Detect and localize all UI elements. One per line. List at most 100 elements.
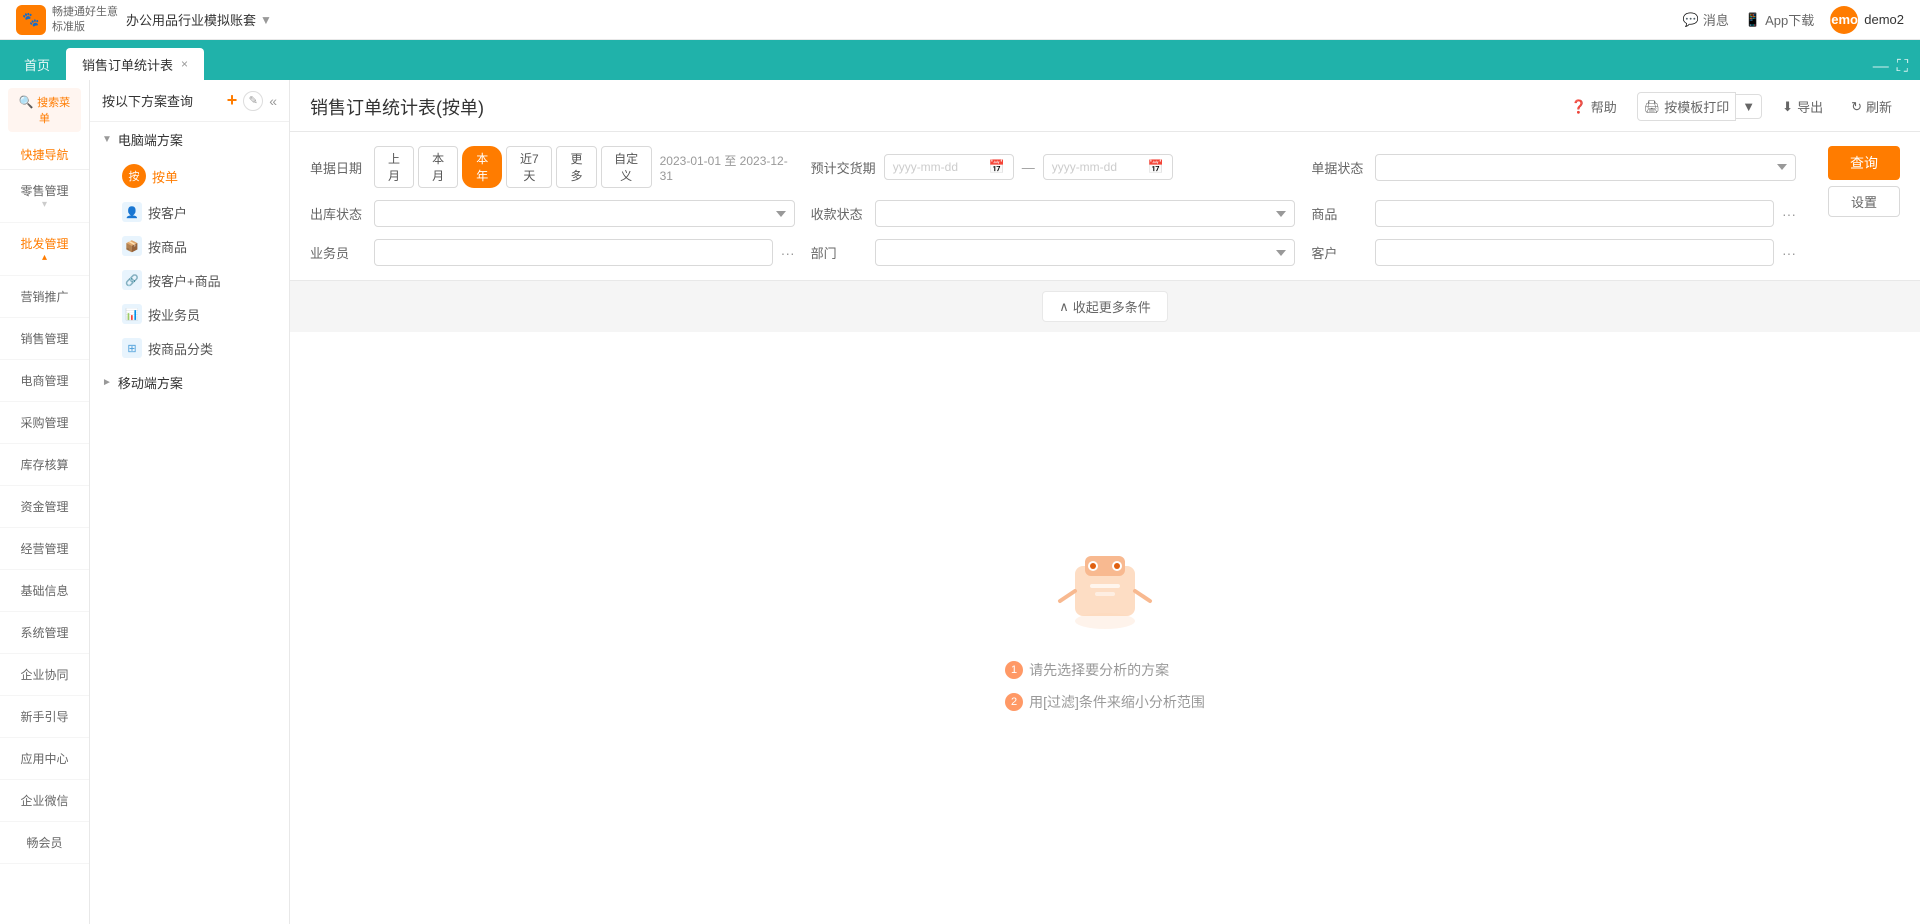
app-download-button[interactable]: 📱 App下载 <box>1745 10 1814 29</box>
topbar-title[interactable]: 办公用品行业模拟账套 ▼ <box>126 10 272 29</box>
salesperson-more-icon[interactable]: ··· <box>781 245 795 261</box>
scheme-item-by-salesperson[interactable]: 📊 按业务员 <box>90 297 289 331</box>
sidebar-item-retail[interactable]: 零售管理 ▾ <box>0 170 89 223</box>
export-button[interactable]: ⬇ 导出 <box>1774 93 1831 120</box>
date-separator: — <box>1022 160 1035 175</box>
page-title: 销售订单统计表(按单) <box>310 94 484 120</box>
message-icon: 💬 <box>1683 12 1699 28</box>
step-2-num: 2 <box>1005 693 1023 711</box>
customer-input[interactable] <box>1375 239 1774 266</box>
by-customer-icon: 👤 <box>122 202 142 222</box>
query-button[interactable]: 查询 <box>1828 146 1900 180</box>
sidebar-item-member[interactable]: 畅会员 <box>0 822 89 864</box>
date-btn-this-month[interactable]: 本月 <box>418 146 458 188</box>
product-input[interactable] <box>1375 200 1774 227</box>
sidebar-item-sales[interactable]: 销售管理 <box>0 318 89 360</box>
out-status-wrap <box>374 200 795 227</box>
collapse-panel-icon[interactable]: « <box>269 93 277 109</box>
date-btn-custom[interactable]: 自定义 <box>601 146 652 188</box>
sidebar-quick-nav[interactable]: 快捷导航 <box>0 140 89 170</box>
date-btn-this-year[interactable]: 本年 <box>462 146 502 188</box>
calendar-start-icon: 📅 <box>989 159 1005 175</box>
edit-scheme-icon[interactable]: ✎ <box>243 91 263 111</box>
print-main[interactable]: 🖨 按模板打印 <box>1637 92 1737 121</box>
out-status-label: 出库状态 <box>310 204 366 223</box>
minimize-icon[interactable]: — <box>1873 58 1889 76</box>
maximize-icon[interactable]: ⛶ <box>1897 58 1908 76</box>
pay-status-select[interactable] <box>875 200 1296 227</box>
expected-date-label: 预计交货期 <box>811 158 876 177</box>
help-button[interactable]: ❓ 帮助 <box>1563 93 1625 120</box>
sidebar: 🔍 搜索菜单 快捷导航 零售管理 ▾ 批发管理 ▴ 营销推广 销售管理 电商管理… <box>0 80 90 924</box>
message-button[interactable]: 💬 消息 <box>1683 10 1729 29</box>
avatar: demo2 <box>1830 6 1858 34</box>
sidebar-item-marketing[interactable]: 营销推广 <box>0 276 89 318</box>
empty-text: 1 请先选择要分析的方案 2 用[过滤]条件来缩小分析范围 <box>1005 656 1205 720</box>
print-arrow[interactable]: ▼ <box>1736 94 1762 119</box>
collapse-button[interactable]: ∧ 收起更多条件 <box>1042 291 1168 322</box>
filter-row-1: 单据日期 上月 本月 本年 近7天 更多 自定义 2023-01-01 至 20… <box>310 146 1796 188</box>
filter-row-3: 业务员 ··· 部门 <box>310 239 1796 266</box>
scheme-item-by-customer-product[interactable]: 🔗 按客户+商品 <box>90 263 289 297</box>
date-btn-more[interactable]: 更多 <box>556 146 596 188</box>
filter-area: 单据日期 上月 本月 本年 近7天 更多 自定义 2023-01-01 至 20… <box>290 132 1920 281</box>
salesperson-input[interactable] <box>374 239 773 266</box>
sidebar-item-inventory[interactable]: 库存核算 <box>0 444 89 486</box>
sidebar-search-section: 🔍 搜索菜单 <box>0 80 89 140</box>
sidebar-search-button[interactable]: 🔍 搜索菜单 <box>8 88 81 132</box>
export-icon: ⬇ <box>1782 99 1793 115</box>
mobile-section-arrow: ► <box>102 377 112 388</box>
tab-close-icon[interactable]: × <box>181 57 188 71</box>
user-area[interactable]: demo2 demo2 <box>1830 6 1904 34</box>
query-btn-area: 查询 设置 <box>1828 146 1900 217</box>
tab-sales-stats[interactable]: 销售订单统计表 × <box>66 48 204 80</box>
topbar-left: 🐾 畅捷通好生意 标准版 办公用品行业模拟账套 ▼ <box>16 5 272 35</box>
customer-more-icon[interactable]: ··· <box>1782 245 1796 261</box>
sidebar-item-appstore[interactable]: 应用中心 <box>0 738 89 780</box>
filter-group-pay-status: 收款状态 <box>811 200 1296 227</box>
dropdown-arrow-icon[interactable]: ▼ <box>260 13 272 27</box>
expected-date-start[interactable]: yyyy-mm-dd 📅 <box>884 154 1014 180</box>
department-select[interactable] <box>875 239 1296 266</box>
sidebar-item-ecommerce[interactable]: 电商管理 <box>0 360 89 402</box>
step-1-num: 1 <box>1005 661 1023 679</box>
sidebar-item-operation[interactable]: 经营管理 <box>0 528 89 570</box>
product-more-icon[interactable]: ··· <box>1782 206 1796 222</box>
refresh-icon: ↻ <box>1851 99 1862 115</box>
sidebar-item-wholesale[interactable]: 批发管理 ▴ <box>0 223 89 276</box>
collapse-chevron-icon: ∧ <box>1059 299 1069 315</box>
pc-section-header[interactable]: ▼ 电脑端方案 <box>90 122 289 157</box>
add-scheme-icon[interactable]: + <box>227 90 238 111</box>
top-bar: 🐾 畅捷通好生意 标准版 办公用品行业模拟账套 ▼ 💬 消息 📱 App下载 d… <box>0 0 1920 40</box>
date-btn-last-month[interactable]: 上月 <box>374 146 414 188</box>
sidebar-item-basic[interactable]: 基础信息 <box>0 570 89 612</box>
logo-text: 畅捷通好生意 标准版 <box>52 5 118 34</box>
date-btn-7days[interactable]: 近7天 <box>506 146 552 188</box>
scheme-item-by-order[interactable]: 按 按单 <box>90 157 289 195</box>
empty-illustration <box>1055 536 1155 636</box>
scheme-item-by-category[interactable]: ⊞ 按商品分类 <box>90 331 289 365</box>
sidebar-item-finance[interactable]: 资金管理 <box>0 486 89 528</box>
sidebar-item-wechat[interactable]: 企业微信 <box>0 780 89 822</box>
status-select[interactable] <box>1375 154 1796 181</box>
sidebar-item-enterprise[interactable]: 企业协同 <box>0 654 89 696</box>
out-status-select[interactable] <box>374 200 795 227</box>
print-button[interactable]: 🖨 按模板打印 ▼ <box>1637 92 1762 121</box>
help-icon: ❓ <box>1571 99 1587 115</box>
tab-home[interactable]: 首页 <box>8 48 66 80</box>
scheme-item-by-product[interactable]: 📦 按商品 <box>90 229 289 263</box>
sidebar-item-newbie[interactable]: 新手引导 <box>0 696 89 738</box>
salesperson-label: 业务员 <box>310 243 366 262</box>
settings-button[interactable]: 设置 <box>1828 186 1900 217</box>
refresh-button[interactable]: ↻ 刷新 <box>1843 93 1900 120</box>
scheme-item-by-customer[interactable]: 👤 按客户 <box>90 195 289 229</box>
sidebar-item-system[interactable]: 系统管理 <box>0 612 89 654</box>
collapse-row: ∧ 收起更多条件 <box>290 281 1920 332</box>
customer-label: 客户 <box>1311 243 1367 262</box>
main-layout: 🔍 搜索菜单 快捷导航 零售管理 ▾ 批发管理 ▴ 营销推广 销售管理 电商管理… <box>0 80 1920 924</box>
sidebar-item-purchase[interactable]: 采购管理 <box>0 402 89 444</box>
expected-date-end[interactable]: yyyy-mm-dd 📅 <box>1043 154 1173 180</box>
mobile-section-header[interactable]: ► 移动端方案 <box>90 365 289 400</box>
filter-group-expected-date: 预计交货期 yyyy-mm-dd 📅 — yyyy-mm-dd 📅 <box>811 154 1296 180</box>
filter-group-doc-status: 单据状态 <box>1311 154 1796 181</box>
